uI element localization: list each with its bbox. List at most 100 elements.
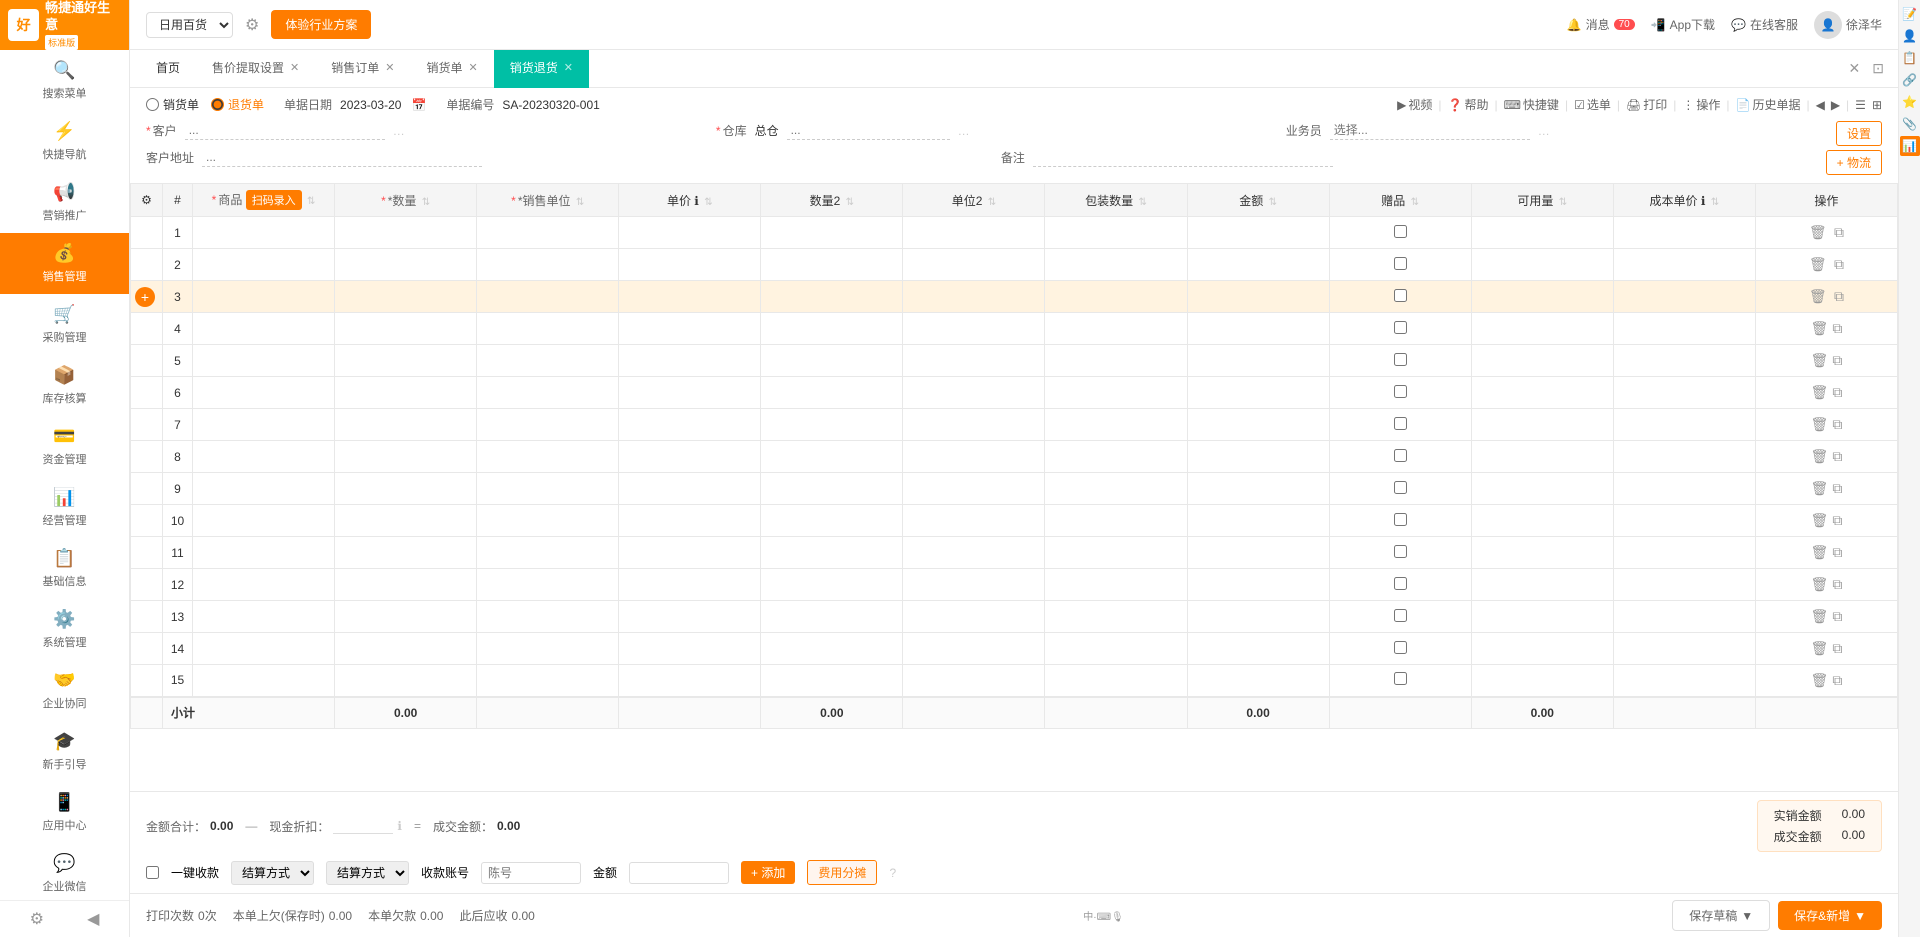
gift-check-6[interactable] — [1394, 385, 1407, 398]
col-gear-icon[interactable]: ⚙ — [141, 193, 152, 207]
gift-check-8[interactable] — [1394, 449, 1407, 462]
sidebar-item-finance[interactable]: 💳 资金管理 — [0, 416, 129, 477]
bank-input[interactable] — [481, 862, 581, 884]
delete-row-icon[interactable]: 🗑 — [1809, 352, 1831, 368]
next-record-icon[interactable]: ▶ — [1831, 98, 1840, 112]
tab-sales-order[interactable]: 销售订单 ✕ — [315, 50, 410, 88]
sort-qty2-icon[interactable]: ⇅ — [846, 197, 854, 208]
sidebar-item-marketing[interactable]: 📢 营销推广 — [0, 172, 129, 233]
close-tab-icon[interactable]: ✕ — [1845, 58, 1865, 79]
right-panel-icon-1[interactable]: 📝 — [1900, 4, 1920, 24]
copy-row-icon[interactable]: ⧉ — [1830, 512, 1844, 528]
sort-pack-icon[interactable]: ⇅ — [1138, 197, 1146, 208]
right-panel-icon-4[interactable]: 🔗 — [1900, 70, 1920, 90]
select-link[interactable]: ☑ 选单 — [1574, 96, 1611, 113]
delete-row-icon[interactable]: 🗑 — [1809, 384, 1831, 400]
delete-row-icon[interactable]: 🗑 — [1809, 416, 1831, 432]
maximize-icon[interactable]: ⊡ — [1868, 58, 1888, 79]
tab-sales-return-close[interactable]: ✕ — [564, 61, 573, 74]
delete-row-icon[interactable]: 🗑 — [1809, 544, 1831, 560]
sort-unit2-icon[interactable]: ⇅ — [988, 197, 996, 208]
settings-bottom-icon[interactable]: ⚙ — [30, 909, 44, 929]
topbar-gear-icon[interactable]: ⚙ — [245, 15, 259, 35]
sidebar-item-sales[interactable]: 💰 销售管理 — [0, 233, 129, 294]
tab-sales-order-close[interactable]: ✕ — [385, 61, 394, 74]
copy-row-icon[interactable]: ⧉ — [1830, 640, 1844, 656]
gift-check-4[interactable] — [1394, 321, 1407, 334]
copy-row-icon[interactable]: ⧉ — [1832, 256, 1846, 272]
user-profile[interactable]: 👤 徐泽华 — [1814, 11, 1882, 39]
shortcut-link[interactable]: ⌨ 快捷键 — [1504, 96, 1559, 113]
copy-row-icon[interactable]: ⧉ — [1830, 448, 1844, 464]
sidebar-item-wechat[interactable]: 💬 企业微信 — [0, 843, 129, 900]
sort-amount-icon[interactable]: ⇅ — [1269, 197, 1277, 208]
print-link[interactable]: 🖨 打印 — [1626, 96, 1667, 113]
radio-sale-input[interactable] — [146, 98, 159, 111]
video-link[interactable]: ▶ 视频 — [1397, 96, 1432, 113]
amount-input[interactable] — [629, 862, 729, 884]
goods-input-3[interactable] — [197, 290, 330, 304]
tab-sales-close[interactable]: ✕ — [469, 61, 478, 74]
delete-row-icon[interactable]: 🗑 — [1809, 512, 1831, 528]
calendar-icon[interactable]: 📅 — [411, 98, 426, 112]
goods-input-1[interactable] — [197, 226, 330, 240]
add-payment-btn[interactable]: + 添加 — [741, 861, 795, 884]
one-click-collect-check[interactable] — [146, 866, 159, 879]
industry-select[interactable]: 日用百货 — [146, 12, 233, 38]
delete-row-icon[interactable]: 🗑 — [1809, 608, 1831, 624]
sort-gift-icon[interactable]: ⇅ — [1411, 197, 1419, 208]
dropdown-arrow-icon[interactable]: ▼ — [1854, 909, 1866, 923]
message-badge[interactable]: 🔔 消息 70 — [1567, 16, 1635, 33]
delete-row-icon[interactable]: 🗑 — [1809, 480, 1831, 496]
customer-more-icon[interactable]: … — [393, 124, 405, 138]
gift-check-13[interactable] — [1394, 609, 1407, 622]
sidebar-item-inventory[interactable]: 📦 库存核算 — [0, 355, 129, 416]
copy-row-icon[interactable]: ⧉ — [1830, 576, 1844, 592]
staff-more-icon[interactable]: … — [1538, 124, 1550, 138]
gift-check-10[interactable] — [1394, 513, 1407, 526]
tab-sales-return[interactable]: 销货退货 ✕ — [494, 50, 589, 88]
copy-row-icon[interactable]: ⧉ — [1830, 320, 1844, 336]
right-panel-icon-2[interactable]: 👤 — [1900, 26, 1920, 46]
sidebar-item-basics[interactable]: 📋 基础信息 — [0, 538, 129, 599]
delete-row-icon[interactable]: 🗑 — [1809, 640, 1831, 656]
calc-method-select[interactable]: 结算方式 — [326, 861, 409, 885]
prev-record-icon[interactable]: ◀ — [1816, 98, 1825, 112]
view-grid-icon[interactable]: ⊞ — [1872, 98, 1882, 112]
sort-available-icon[interactable]: ⇅ — [1559, 197, 1567, 208]
staff-input[interactable] — [1330, 121, 1530, 140]
delete-row-icon[interactable]: 🗑 — [1809, 576, 1831, 592]
gift-check-2[interactable] — [1394, 257, 1407, 270]
save-draft-btn[interactable]: 保存草稿 ▼ — [1672, 900, 1770, 931]
gift-check-15[interactable] — [1394, 672, 1407, 685]
gift-check-11[interactable] — [1394, 545, 1407, 558]
warehouse-input[interactable] — [787, 121, 950, 140]
copy-row-icon[interactable]: ⧉ — [1830, 352, 1844, 368]
gift-check-14[interactable] — [1394, 641, 1407, 654]
radio-return-input[interactable] — [211, 98, 224, 111]
sidebar-item-shortcuts[interactable]: ⚡ 快捷导航 — [0, 111, 129, 172]
setup-btn[interactable]: 设置 — [1836, 121, 1882, 146]
add-row-btn[interactable]: + — [135, 287, 155, 307]
gift-check-7[interactable] — [1394, 417, 1407, 430]
gift-check-3[interactable] — [1394, 289, 1407, 302]
fee-split-btn[interactable]: 费用分摊 — [807, 860, 877, 885]
copy-row-icon[interactable]: ⧉ — [1830, 544, 1844, 560]
radio-sale[interactable]: 销货单 — [146, 96, 199, 113]
remark-input[interactable] — [1033, 148, 1333, 167]
tab-home[interactable]: 首页 — [140, 50, 196, 88]
gift-check-12[interactable] — [1394, 577, 1407, 590]
warehouse-more-icon[interactable]: … — [958, 124, 970, 138]
help-link[interactable]: ❓ 帮助 — [1448, 96, 1489, 113]
view-list-icon[interactable]: ☰ — [1855, 98, 1866, 112]
copy-row-icon[interactable]: ⧉ — [1832, 288, 1846, 304]
sidebar-item-apps[interactable]: 📱 应用中心 — [0, 782, 129, 843]
experience-btn[interactable]: 体验行业方案 — [271, 10, 371, 39]
sidebar-item-system[interactable]: ⚙️ 系统管理 — [0, 599, 129, 660]
right-panel-icon-6[interactable]: 📎 — [1900, 114, 1920, 134]
dropdown-icon[interactable]: ▼ — [1741, 909, 1753, 923]
sidebar-item-purchase[interactable]: 🛒 采购管理 — [0, 294, 129, 355]
copy-row-icon[interactable]: ⧉ — [1830, 608, 1844, 624]
delete-row-icon[interactable]: 🗑 — [1809, 320, 1831, 336]
logistics-btn[interactable]: + 物流 — [1826, 150, 1882, 175]
